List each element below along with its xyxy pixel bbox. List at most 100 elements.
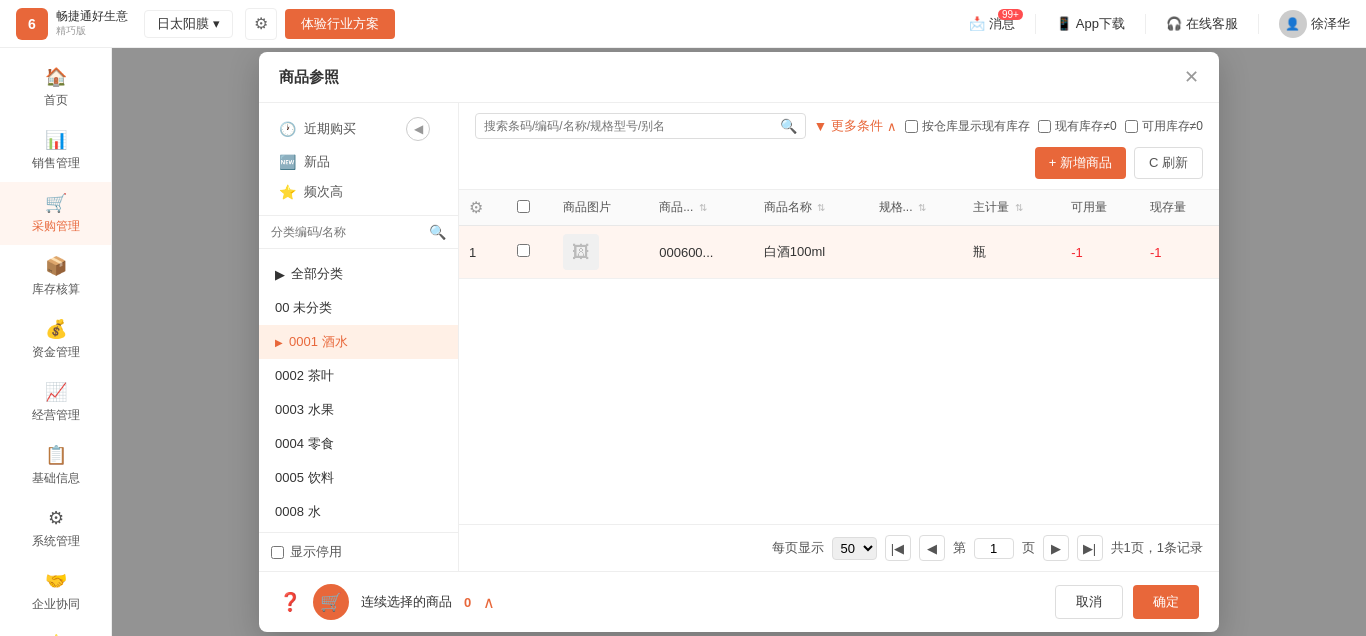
category-list: ▶ 全部分类 00 未分类 ▶ 0001 酒水 0002 茶 — [259, 249, 458, 532]
row-available: -1 — [1061, 226, 1140, 279]
usable-filter[interactable]: 可用库存≠0 — [1125, 118, 1203, 135]
user-menu-button[interactable]: 👤 徐泽华 — [1279, 10, 1350, 38]
sidebar-label-home: 首页 — [44, 92, 68, 109]
modal-header: 商品参照 ✕ — [259, 52, 1219, 103]
quick-filter-new[interactable]: 🆕 新品 — [271, 147, 446, 177]
sidebar-item-purchase[interactable]: 🛒 采购管理 — [0, 182, 111, 245]
last-page-button[interactable]: ▶| — [1077, 535, 1103, 561]
usable-filter-label: 可用库存≠0 — [1142, 118, 1203, 135]
category-panel: 🕐 近期购买 ◀ 🆕 新品 ⭐ 频次高 — [259, 103, 459, 571]
col-available[interactable]: 可用量 — [1061, 190, 1140, 226]
col-settings-icon[interactable]: ⚙ — [469, 199, 483, 216]
footer-count: 0 — [464, 595, 471, 610]
sidebar-item-sales[interactable]: 📊 销售管理 — [0, 119, 111, 182]
sidebar-label-sales: 销售管理 — [32, 155, 80, 172]
category-item-drink[interactable]: 0005 饮料 — [259, 461, 458, 495]
col-stock[interactable]: 现存量 — [1140, 190, 1219, 226]
sidebar-item-operations[interactable]: 📈 经营管理 — [0, 371, 111, 434]
store-selector[interactable]: 日太阳膜 ▾ — [144, 10, 233, 38]
sidebar-item-system[interactable]: ⚙ 系统管理 — [0, 497, 111, 560]
col-code-label: 商品... — [659, 200, 693, 214]
available-filter[interactable]: 现有库存≠0 — [1038, 118, 1116, 135]
settings-icon[interactable]: ⚙ — [245, 8, 277, 40]
row-stock: -1 — [1140, 226, 1219, 279]
content-area: 商品参照 ✕ 🕐 近期购买 ◀ — [112, 48, 1366, 636]
prev-page-button[interactable]: ◀ — [919, 535, 945, 561]
col-unit-label: 主计量 — [973, 200, 1009, 214]
messages-button[interactable]: 📩 消息 99+ — [969, 15, 1015, 33]
col-name[interactable]: 商品名称 ⇅ — [754, 190, 869, 226]
expand-icon[interactable]: ◀ — [406, 117, 430, 141]
product-table-wrap: ⚙ 商品图片 — [459, 190, 1219, 524]
sidebar-item-enterprise[interactable]: 🤝 企业协同 — [0, 560, 111, 623]
sidebar-item-finance[interactable]: 💰 资金管理 — [0, 308, 111, 371]
quick-filter-recent[interactable]: 🕐 近期购买 ◀ — [271, 111, 446, 147]
app-download-button[interactable]: 📱 App下载 — [1056, 15, 1125, 33]
page-size-label: 每页显示 — [772, 539, 824, 557]
phone-icon: 📱 — [1056, 16, 1072, 31]
category-item-tea[interactable]: 0002 茶叶 — [259, 359, 458, 393]
sidebar-item-guide[interactable]: 🌟 新手引导 — [0, 623, 111, 636]
cancel-button[interactable]: 取消 — [1055, 585, 1123, 619]
message-icon: 📩 — [969, 16, 985, 31]
refresh-button[interactable]: C 刷新 — [1134, 147, 1203, 179]
category-search-input[interactable] — [271, 225, 421, 239]
add-product-button[interactable]: + 新增商品 — [1035, 147, 1126, 179]
cart-button[interactable]: 🛒 — [313, 584, 349, 620]
page-size-select[interactable]: 50 — [832, 537, 877, 560]
store-name: 日太阳膜 — [157, 15, 209, 33]
category-item-liquor[interactable]: ▶ 0001 酒水 — [259, 325, 458, 359]
sidebar-label-basicinfo: 基础信息 — [32, 470, 80, 487]
sidebar-item-basic-info[interactable]: 📋 基础信息 — [0, 434, 111, 497]
category-item-snack[interactable]: 0004 零食 — [259, 427, 458, 461]
service-button[interactable]: 🎧 在线客服 — [1166, 15, 1238, 33]
trial-button[interactable]: 体验行业方案 — [285, 9, 395, 39]
page-input[interactable] — [974, 538, 1014, 559]
category-label-water: 0008 水 — [275, 503, 321, 521]
category-item-all[interactable]: ▶ 全部分类 — [259, 257, 458, 291]
sidebar-item-home[interactable]: 🏠 首页 — [0, 56, 111, 119]
sidebar-item-inventory[interactable]: 📦 库存核算 — [0, 245, 111, 308]
filter-more-button[interactable]: ▼ 更多条件 ∧ — [814, 117, 898, 135]
modal-close-button[interactable]: ✕ — [1184, 66, 1199, 88]
col-code[interactable]: 商品... ⇅ — [649, 190, 754, 226]
col-unit[interactable]: 主计量 ⇅ — [963, 190, 1061, 226]
next-page-button[interactable]: ▶ — [1043, 535, 1069, 561]
show-disabled-checkbox[interactable] — [271, 546, 284, 559]
available-checkbox[interactable] — [1038, 120, 1051, 133]
collapse-icon[interactable]: ∧ — [483, 593, 495, 612]
category-item-fruit[interactable]: 0003 水果 — [259, 393, 458, 427]
select-all-checkbox[interactable] — [517, 200, 530, 213]
confirm-button[interactable]: 确定 — [1133, 585, 1199, 619]
page-label: 第 — [953, 539, 966, 557]
footer-actions: 取消 确定 — [1055, 585, 1199, 619]
help-icon[interactable]: ❓ — [279, 591, 301, 613]
table-row[interactable]: 1 🖼 — [459, 226, 1219, 279]
category-item-uncategorized[interactable]: 00 未分类 — [259, 291, 458, 325]
nav-separator-3 — [1258, 14, 1259, 34]
nav-separator — [1035, 14, 1036, 34]
basicinfo-icon: 📋 — [45, 444, 67, 466]
category-search-icon[interactable]: 🔍 — [429, 224, 446, 240]
modal-body: 🕐 近期购买 ◀ 🆕 新品 ⭐ 频次高 — [259, 103, 1219, 571]
col-spec[interactable]: 规格... ⇅ — [869, 190, 964, 226]
warehouse-filter[interactable]: 按仓库显示现有库存 — [905, 118, 1030, 135]
first-page-button[interactable]: |◀ — [885, 535, 911, 561]
modal-title: 商品参照 — [279, 68, 339, 87]
search-icon[interactable]: 🔍 — [780, 118, 797, 134]
product-reference-modal: 商品参照 ✕ 🕐 近期购买 ◀ — [259, 52, 1219, 632]
system-icon: ⚙ — [48, 507, 64, 529]
quick-filter-new-label: 新品 — [304, 153, 330, 171]
pagination: 每页显示 50 |◀ ◀ 第 页 ▶ ▶| 共1页，1条记录 — [459, 524, 1219, 571]
sidebar-label-purchase: 采购管理 — [32, 218, 80, 235]
recent-icon: 🕐 — [279, 121, 296, 137]
show-disabled-label[interactable]: 显示停用 — [290, 543, 342, 561]
category-item-water[interactable]: 0008 水 — [259, 495, 458, 529]
row-checkbox[interactable] — [517, 244, 530, 257]
sidebar: 🏠 首页 📊 销售管理 🛒 采购管理 📦 库存核算 💰 资金管理 📈 经营管理 … — [0, 48, 112, 636]
category-label-snack: 0004 零食 — [275, 435, 334, 453]
usable-checkbox[interactable] — [1125, 120, 1138, 133]
quick-filter-frequent[interactable]: ⭐ 频次高 — [271, 177, 446, 207]
product-search-input[interactable] — [484, 119, 776, 133]
warehouse-checkbox[interactable] — [905, 120, 918, 133]
